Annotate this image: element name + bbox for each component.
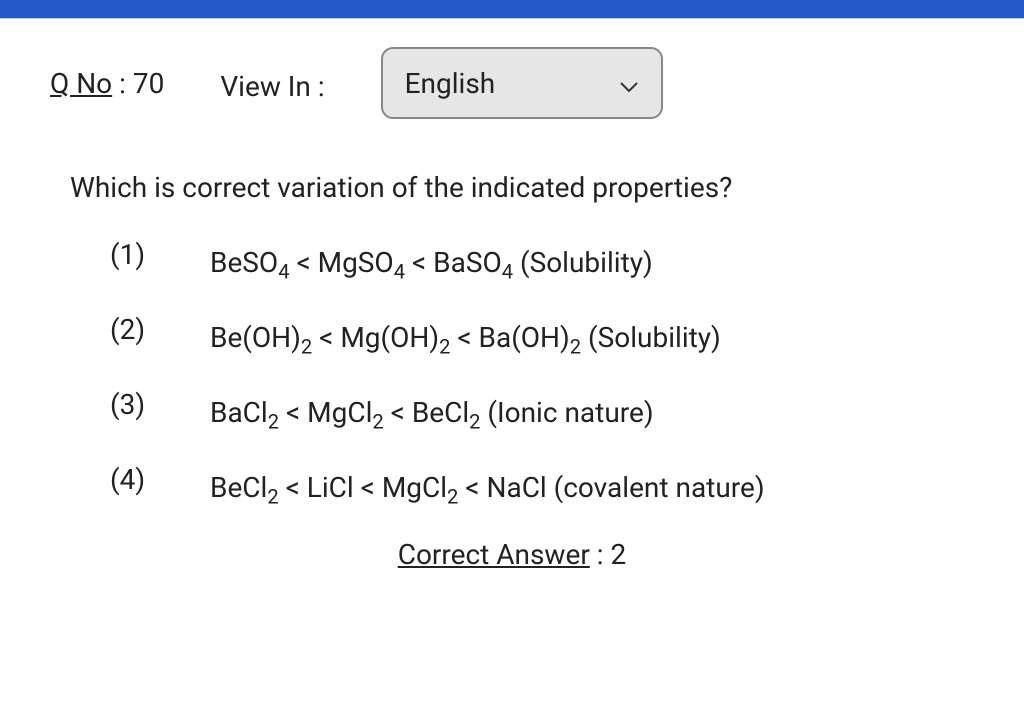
correct-answer: Correct Answer : 2 xyxy=(50,538,974,571)
top-bar xyxy=(0,0,1024,18)
option-number: (1) xyxy=(110,238,210,271)
header-row: Q No : 70 View In : English xyxy=(50,47,974,119)
option-1[interactable]: (1) BeSO4 < MgSO4 < BaSO4 (Solubility) xyxy=(110,238,974,287)
correct-answer-value: 2 xyxy=(611,538,627,571)
language-selected-value: English xyxy=(405,67,496,100)
language-select[interactable]: English xyxy=(381,47,663,119)
question-number-label: Q No xyxy=(50,67,112,100)
chevron-down-icon xyxy=(619,67,639,100)
option-text: BeSO4 < MgSO4 < BaSO4 (Solubility) xyxy=(210,238,974,287)
question-panel: Q No : 70 View In : English Which is cor… xyxy=(0,18,1024,591)
option-number: (4) xyxy=(110,463,210,496)
question-number-colon: : xyxy=(119,67,133,100)
options-list: (1) BeSO4 < MgSO4 < BaSO4 (Solubility) (… xyxy=(110,238,974,512)
option-4[interactable]: (4) BeCl2 < LiCl < MgCl2 < NaCl (covalen… xyxy=(110,463,974,512)
question-number: Q No : 70 xyxy=(50,67,164,100)
option-text: Be(OH)2 < Mg(OH)2 < Ba(OH)2 (Solubility) xyxy=(210,313,974,362)
option-text: BaCl2 < MgCl2 < BeCl2 (Ionic nature) xyxy=(210,388,974,437)
option-2[interactable]: (2) Be(OH)2 < Mg(OH)2 < Ba(OH)2 (Solubil… xyxy=(110,313,974,362)
question-number-value: 70 xyxy=(133,67,164,100)
option-number: (3) xyxy=(110,388,210,421)
correct-answer-label: Correct Answer xyxy=(398,538,590,571)
option-3[interactable]: (3) BaCl2 < MgCl2 < BeCl2 (Ionic nature) xyxy=(110,388,974,437)
viewin-label: View In : xyxy=(220,70,324,103)
option-text: BeCl2 < LiCl < MgCl2 < NaCl (covalent na… xyxy=(210,463,974,512)
option-number: (2) xyxy=(110,313,210,346)
question-text: Which is correct variation of the indica… xyxy=(70,171,974,204)
correct-answer-colon: : xyxy=(597,538,611,571)
